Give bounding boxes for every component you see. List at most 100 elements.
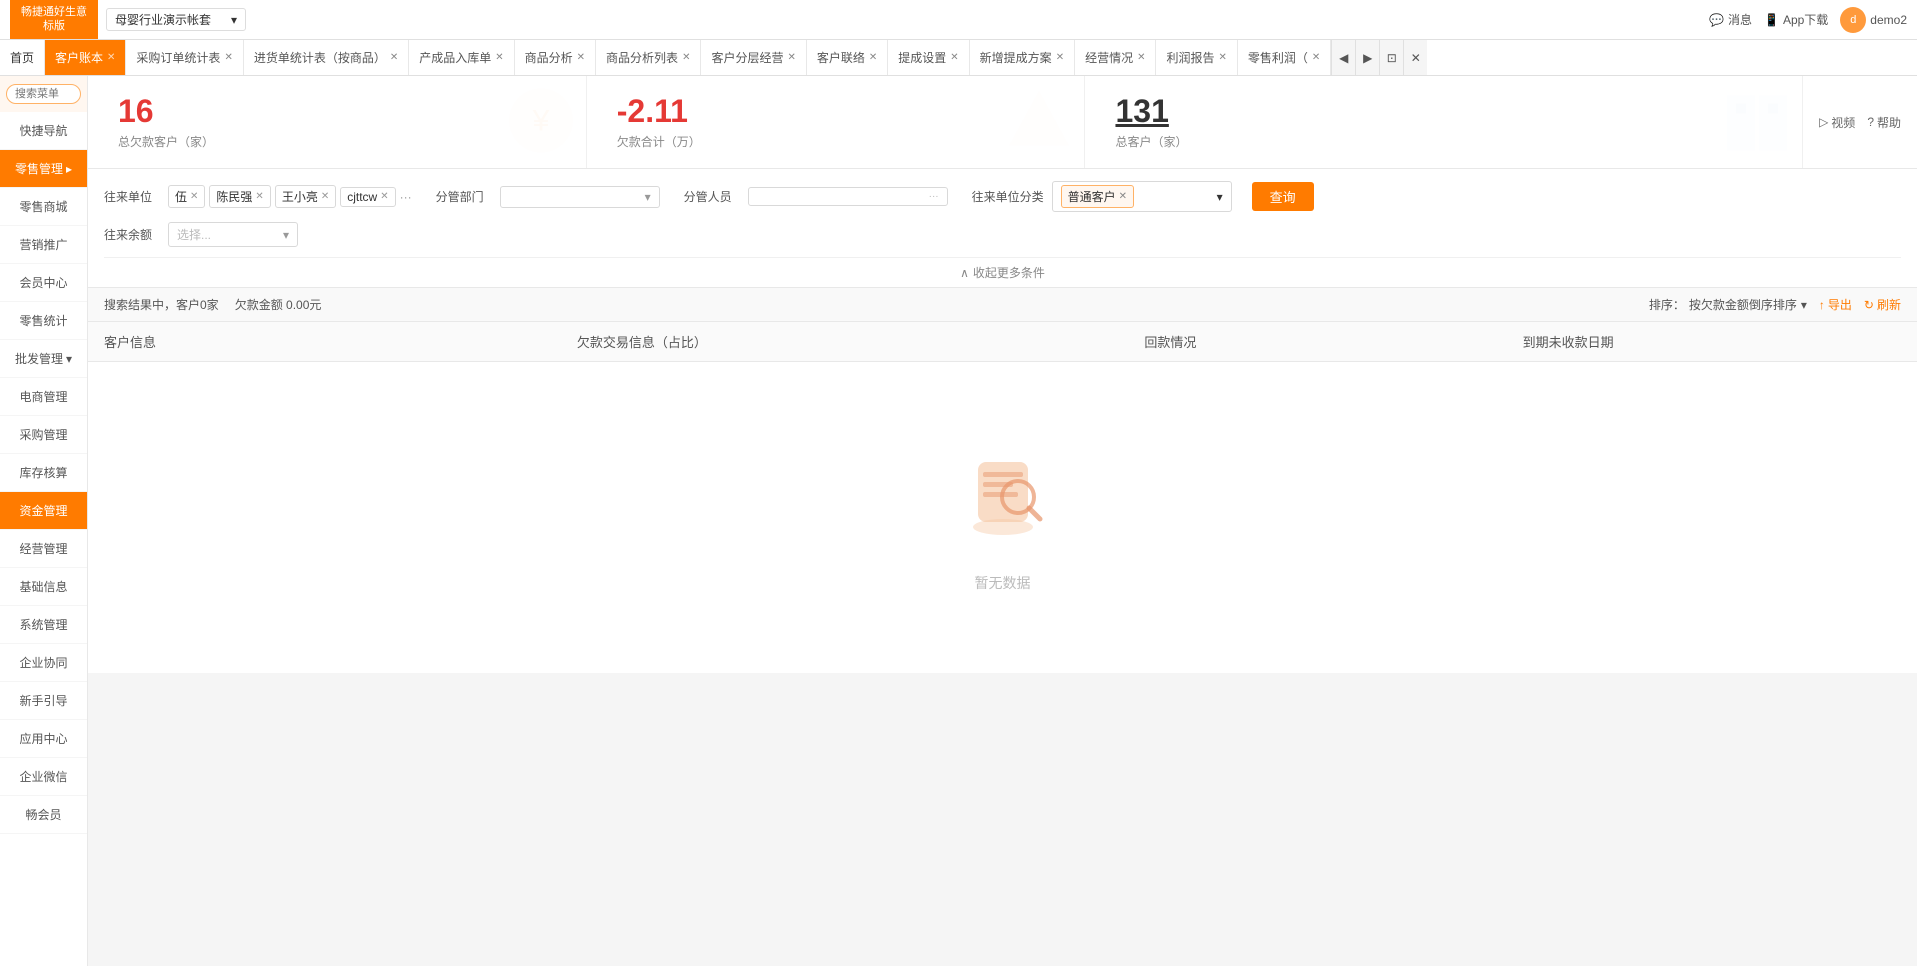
filter-person-select[interactable]: ··· [748,187,948,206]
customer-type-close[interactable]: ✕ [1119,191,1127,202]
tab-bar: 首页 客户账本 ✕ 采购订单统计表 ✕ 进货单统计表（按商品） ✕ 产成品入库单… [0,40,1917,76]
tab-profit-report[interactable]: 利润报告 ✕ [1156,40,1237,75]
tab-close-profit-report[interactable]: ✕ [1219,52,1227,63]
tab-close-goods-analysis[interactable]: ✕ [577,52,585,63]
sidebar-item-system-mgmt[interactable]: 系统管理 [0,606,87,644]
collapse-button[interactable]: ∧ 收起更多条件 [104,257,1901,287]
top-bar: 畅捷通好生意 标版 母婴行业演示帐套 ▾ 💬 消息 📱 App下载 d demo… [0,0,1917,40]
sidebar-item-enterprise-coop[interactable]: 企业协同 [0,644,87,682]
filter-tag-3-close[interactable]: ✕ [380,191,388,202]
tab-stock-stats[interactable]: 进货单统计表（按商品） ✕ [244,40,409,75]
filter-tag-1-close[interactable]: ✕ [255,191,263,202]
tab-prompt-settings[interactable]: 提成设置 ✕ [888,40,969,75]
query-button[interactable]: 查询 [1252,182,1314,211]
filter-row-unit: 往来单位 伍 ✕ 陈民强 ✕ 王小亮 ✕ cjttcw [104,181,1901,212]
sidebar-item-enterprise-wechat[interactable]: 企业微信 [0,758,87,796]
sidebar-item-new-guide[interactable]: 新手引导 [0,682,87,720]
tab-prev-button[interactable]: ◀ [1331,40,1355,75]
sidebar-item-retail-mall[interactable]: 零售商城 [0,188,87,226]
sidebar-item-capital-mgmt[interactable]: 资金管理 [0,492,87,530]
sidebar-item-operation-mgmt[interactable]: 经营管理 [0,530,87,568]
user-button[interactable]: d demo2 [1840,7,1907,33]
sidebar: 快捷导航 零售管理 ▸ 零售商城 营销推广 会员中心 零售统计 批发管理 ▾ 电… [0,76,88,966]
avatar-initial: d [1850,14,1856,26]
customer-type-tag[interactable]: 普通客户 ✕ [1061,185,1134,208]
tab-new-prompt[interactable]: 新增提成方案 ✕ [970,40,1075,75]
filter-dept-select[interactable]: ▾ [500,186,660,208]
refresh-icon: ↻ [1864,298,1874,312]
tab-next-button[interactable]: ▶ [1355,40,1379,75]
sort-select[interactable]: 排序： 按欠款金额倒序排序 ▾ [1649,296,1807,313]
sidebar-item-marketing[interactable]: 营销推广 [0,226,87,264]
tab-accounts-receivable[interactable]: 客户账本 ✕ [45,40,126,75]
tab-product-stock-label: 产成品入库单 [419,49,491,66]
tab-close-prompt-settings[interactable]: ✕ [950,52,958,63]
sidebar-item-basic-info[interactable]: 基础信息 [0,568,87,606]
filter-tag-0-close[interactable]: ✕ [190,191,198,202]
sidebar-item-inventory[interactable]: 库存核算 [0,454,87,492]
avatar: d [1840,7,1866,33]
question-icon: ? [1867,115,1874,129]
filter-tag-3[interactable]: cjttcw ✕ [340,187,395,207]
top-right-area: 💬 消息 📱 App下载 d demo2 [1709,7,1907,33]
message-button[interactable]: 💬 消息 [1709,11,1752,28]
sidebar-item-member-center[interactable]: 会员中心 [0,264,87,302]
sidebar-item-quick-nav[interactable]: 快捷导航 [0,112,87,150]
filter-tag-1[interactable]: 陈民强 ✕ [209,185,270,208]
filter-tag-2-close[interactable]: ✕ [321,191,329,202]
tab-close-accounts-receivable[interactable]: ✕ [107,52,115,63]
sidebar-item-ecommerce[interactable]: 电商管理 [0,378,87,416]
tab-close-purchase-order[interactable]: ✕ [224,52,232,63]
tab-business-status[interactable]: 经营情况 ✕ [1075,40,1156,75]
empty-icon [953,442,1053,561]
tab-product-stock[interactable]: 产成品入库单 ✕ [409,40,514,75]
tab-close-customer-contact[interactable]: ✕ [869,52,877,63]
tab-customer-tier[interactable]: 客户分层经营 ✕ [701,40,806,75]
sidebar-search-area [0,76,87,112]
search-input[interactable] [6,84,81,104]
chevron-down-icon-sort: ▾ [1801,298,1807,312]
tab-close-stock-stats[interactable]: ✕ [390,52,398,63]
sidebar-item-retail-mgmt[interactable]: 零售管理 ▸ [0,150,87,188]
tab-expand-button[interactable]: ⊡ [1379,40,1403,75]
tab-close-new-prompt[interactable]: ✕ [1056,52,1064,63]
tab-close-product-stock[interactable]: ✕ [495,52,503,63]
filter-tag-2[interactable]: 王小亮 ✕ [275,185,336,208]
sidebar-item-app-center[interactable]: 应用中心 [0,720,87,758]
tab-customer-contact[interactable]: 客户联络 ✕ [807,40,888,75]
refresh-button[interactable]: ↻ 刷新 [1864,296,1901,313]
filter-category-select[interactable]: 普通客户 ✕ ▾ [1052,181,1232,212]
sidebar-item-quick-nav-label: 快捷导航 [19,124,67,138]
sidebar-item-wholesale-mgmt[interactable]: 批发管理 ▾ [0,340,87,378]
tab-goods-analysis-list[interactable]: 商品分析列表 ✕ [596,40,701,75]
stat-bg-icon-customers [1722,86,1792,159]
sidebar-item-purchase-mgmt[interactable]: 采购管理 [0,416,87,454]
tab-accounts-receivable-label: 客户账本 [55,49,103,66]
tab-close-business-status[interactable]: ✕ [1137,52,1145,63]
sidebar-item-retail-stats[interactable]: 零售统计 [0,302,87,340]
filter-tag-0[interactable]: 伍 ✕ [168,185,205,208]
tab-home[interactable]: 首页 [0,40,45,75]
tab-close-retail-profit[interactable]: ✕ [1312,52,1320,63]
export-button[interactable]: ↑ 导出 [1819,296,1852,313]
help-link[interactable]: ? 帮助 [1867,114,1901,131]
sidebar-item-capital-mgmt-label: 资金管理 [19,504,67,518]
demo-selector[interactable]: 母婴行业演示帐套 ▾ [106,8,246,31]
filter-more-button[interactable]: ··· [400,190,412,204]
video-link[interactable]: ▷ 视频 [1819,114,1855,131]
customer-type-text: 普通客户 [1068,188,1116,205]
app-download-button[interactable]: 📱 App下载 [1764,11,1828,28]
filter-balance-select[interactable]: 选择... ▾ [168,222,298,247]
tab-goods-analysis[interactable]: 商品分析 ✕ [515,40,596,75]
tab-prompt-settings-label: 提成设置 [898,49,946,66]
tab-retail-profit[interactable]: 零售利润（ ✕ [1238,40,1331,75]
tab-close-goods-analysis-list[interactable]: ✕ [682,52,690,63]
tab-customer-tier-label: 客户分层经营 [711,49,783,66]
filter-tag-3-text: cjttcw [347,190,377,204]
tab-close-customer-tier[interactable]: ✕ [787,52,795,63]
chevron-down-icon-dept: ▾ [645,190,651,204]
stats-row: ¥ 16 总欠款客户（家） -2.11 欠款合计（万） 131 总客户（家） [88,76,1917,169]
tab-close-all-button[interactable]: ✕ [1403,40,1427,75]
tab-purchase-order[interactable]: 采购订单统计表 ✕ [126,40,243,75]
sidebar-item-member-plus[interactable]: 畅会员 [0,796,87,834]
